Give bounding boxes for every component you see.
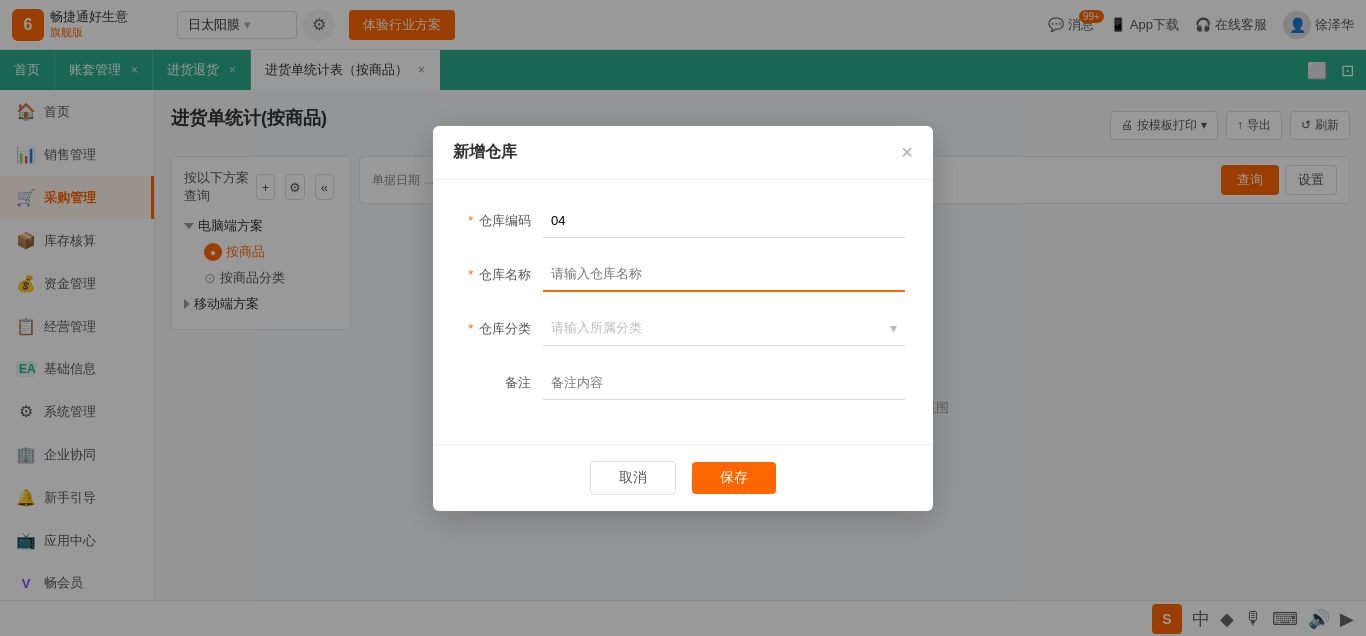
modal-title: 新增仓库	[453, 142, 517, 163]
modal-header: 新增仓库 ×	[433, 126, 933, 180]
modal-overlay: 新增仓库 × * 仓库编码 * 仓库名称	[0, 0, 1366, 636]
name-input[interactable]	[543, 258, 905, 292]
remark-label: 备注	[461, 374, 531, 392]
code-required-star: *	[468, 213, 473, 228]
code-label: * 仓库编码	[461, 212, 531, 230]
new-warehouse-modal: 新增仓库 × * 仓库编码 * 仓库名称	[433, 126, 933, 511]
remark-input[interactable]	[543, 366, 905, 400]
save-button[interactable]: 保存	[692, 462, 776, 494]
category-label: * 仓库分类	[461, 320, 531, 338]
name-label: * 仓库名称	[461, 266, 531, 284]
category-placeholder: 请输入所属分类	[551, 319, 642, 337]
name-field-row: * 仓库名称	[461, 258, 905, 292]
name-required-star: *	[468, 267, 473, 282]
category-field-row: * 仓库分类 请输入所属分类 ▾	[461, 312, 905, 346]
category-select[interactable]: 请输入所属分类 ▾	[543, 312, 905, 346]
category-required-star: *	[468, 321, 473, 336]
code-field-row: * 仓库编码	[461, 204, 905, 238]
modal-footer: 取消 保存	[433, 444, 933, 511]
code-input[interactable]	[543, 204, 905, 238]
remark-field-row: 备注	[461, 366, 905, 400]
select-arrow-icon: ▾	[890, 320, 897, 336]
modal-body: * 仓库编码 * 仓库名称 * 仓库分类 请输入所属	[433, 180, 933, 444]
cancel-button[interactable]: 取消	[590, 461, 676, 495]
modal-close-button[interactable]: ×	[901, 142, 913, 162]
